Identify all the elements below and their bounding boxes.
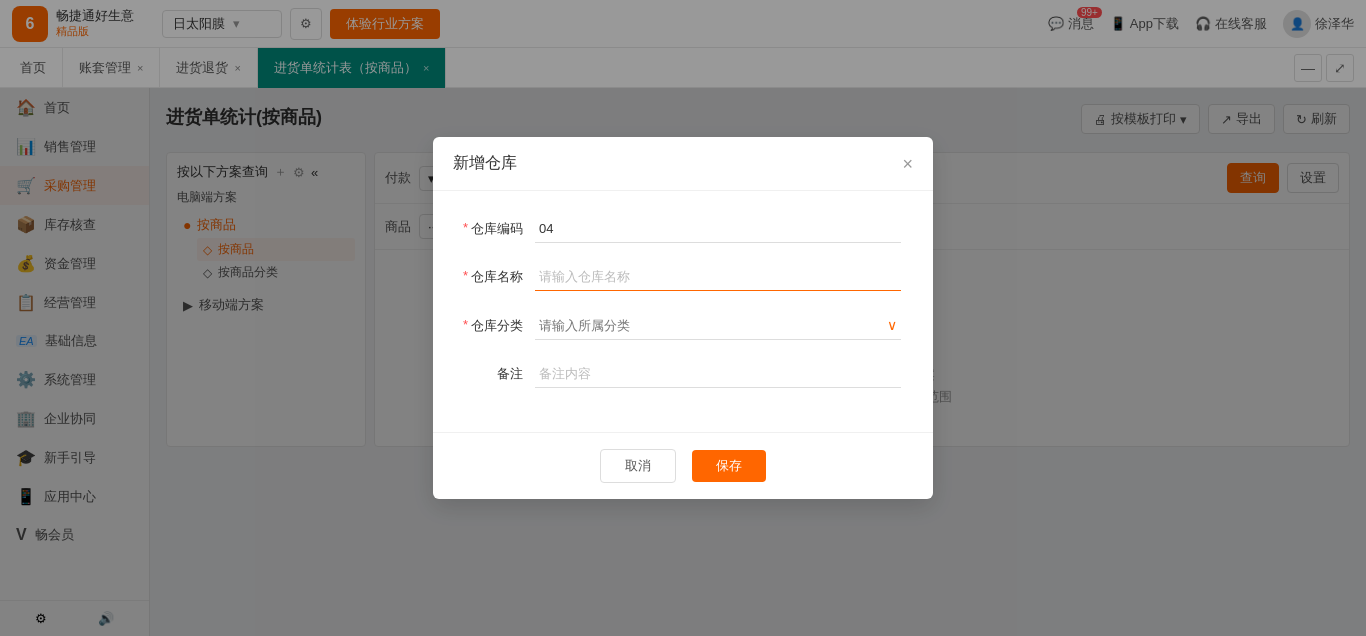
save-button[interactable]: 保存 [692, 450, 766, 482]
note-label: 备注 [465, 365, 535, 383]
chevron-down-icon: ∨ [887, 317, 897, 333]
cancel-button[interactable]: 取消 [600, 449, 676, 483]
modal-title: 新增仓库 [453, 153, 517, 174]
new-warehouse-modal: 新增仓库 × 仓库编码 仓库名称 仓库分类 ∨ [433, 137, 933, 499]
form-row-note: 备注 [465, 360, 901, 388]
form-row-name: 仓库名称 [465, 263, 901, 291]
modal-footer: 取消 保存 [433, 432, 933, 499]
form-row-category: 仓库分类 ∨ [465, 311, 901, 340]
modal-close-button[interactable]: × [902, 155, 913, 173]
modal-header: 新增仓库 × [433, 137, 933, 191]
category-select-wrap[interactable]: ∨ [535, 311, 901, 340]
code-input[interactable] [535, 215, 901, 243]
code-label: 仓库编码 [465, 220, 535, 238]
note-input[interactable] [535, 360, 901, 388]
form-row-code: 仓库编码 [465, 215, 901, 243]
modal-body: 仓库编码 仓库名称 仓库分类 ∨ 备注 [433, 191, 933, 432]
name-label: 仓库名称 [465, 268, 535, 286]
category-input[interactable] [539, 318, 887, 333]
name-input[interactable] [535, 263, 901, 291]
modal-overlay: 新增仓库 × 仓库编码 仓库名称 仓库分类 ∨ [0, 0, 1366, 636]
category-label: 仓库分类 [465, 317, 535, 335]
